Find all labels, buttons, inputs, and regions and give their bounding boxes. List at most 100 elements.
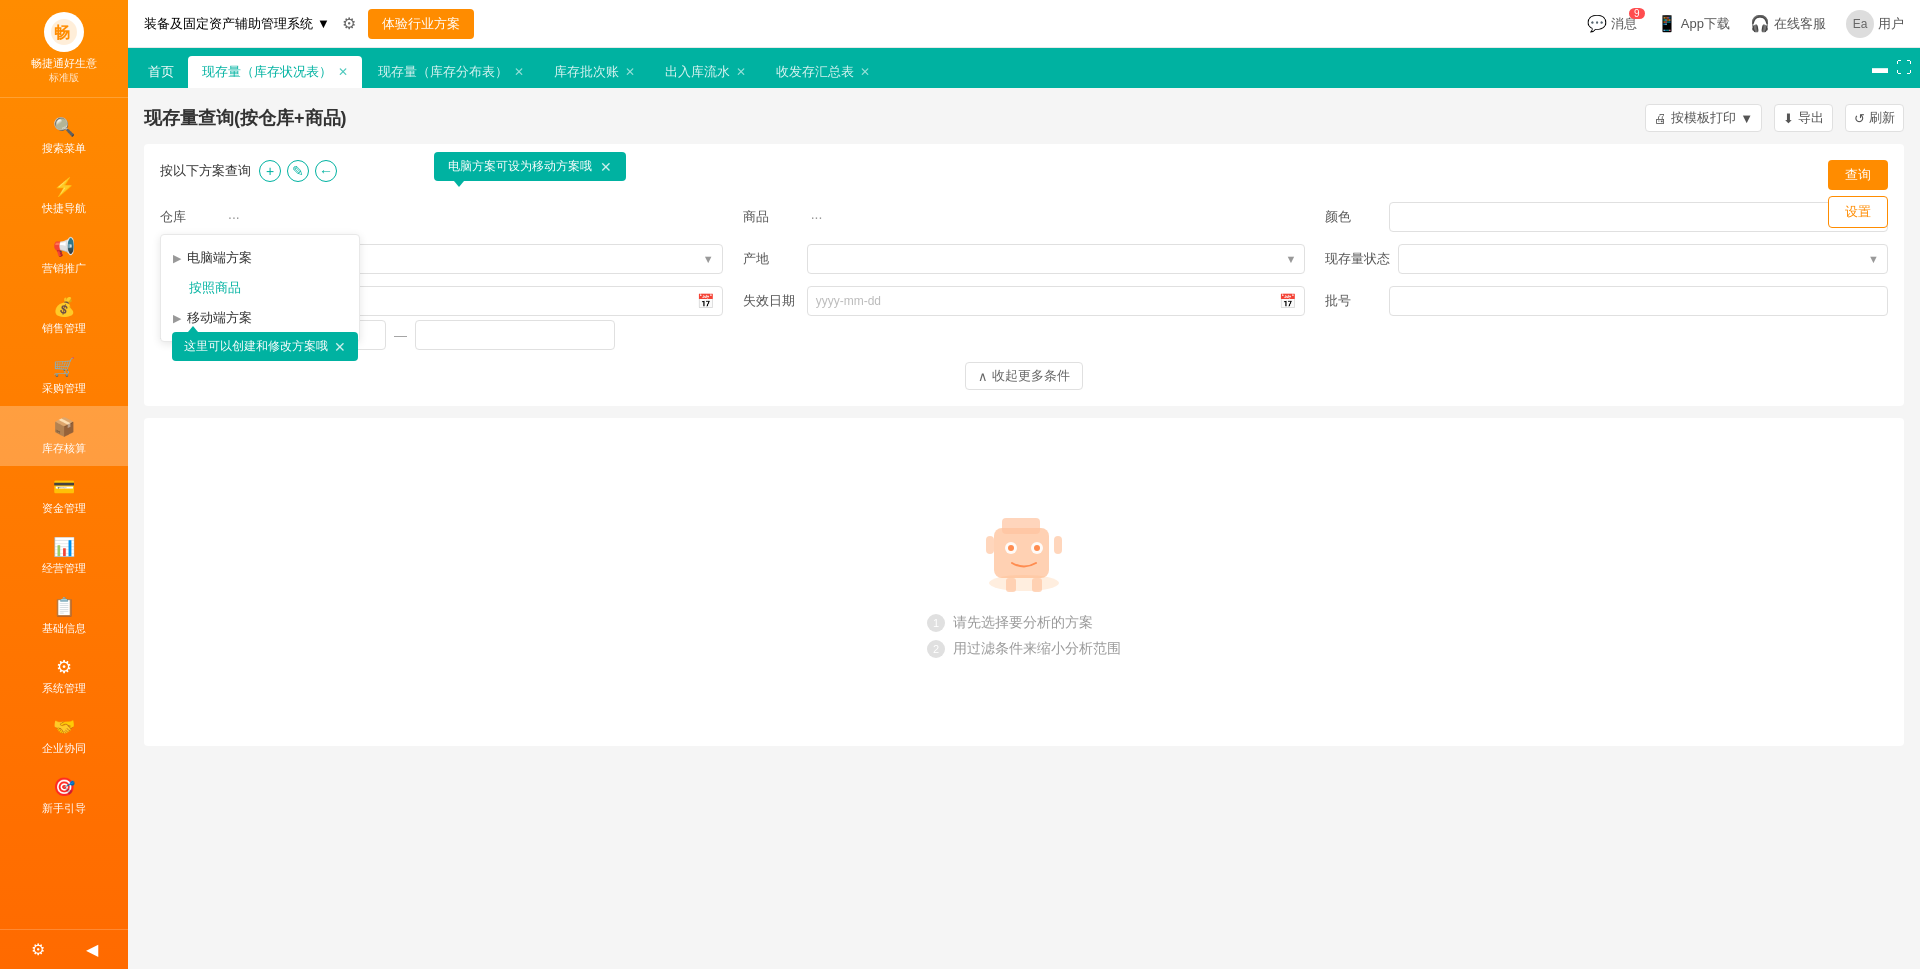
system-name-dropdown[interactable]: 装备及固定资产辅助管理系统 ▼ xyxy=(144,15,330,33)
collapse-sidebar-icon[interactable]: ◀ xyxy=(86,940,98,959)
tab-close-icon-3[interactable]: ✕ xyxy=(625,65,635,79)
scheme-create-tooltip-text: 这里可以创建和修改方案哦 xyxy=(184,338,328,355)
svg-point-8 xyxy=(1034,545,1040,551)
sidebar-item-purchase[interactable]: 🛒 采购管理 xyxy=(0,346,128,406)
settings-bottom-icon[interactable]: ⚙ xyxy=(31,940,45,959)
scheme-tooltip-top: 电脑方案可设为移动方案哦 ✕ xyxy=(434,152,626,181)
sidebar-item-basic[interactable]: 📋 基础信息 xyxy=(0,586,128,646)
scheme-create-tooltip-close[interactable]: ✕ xyxy=(334,339,346,355)
query-button[interactable]: 查询 xyxy=(1828,160,1888,190)
origin-select[interactable]: ▼ xyxy=(807,244,1306,274)
sidebar-label-guide: 快捷导航 xyxy=(42,201,86,216)
tab-inventory-status[interactable]: 现存量（库存状况表） ✕ xyxy=(188,56,362,88)
sidebar-item-system[interactable]: ⚙ 系统管理 xyxy=(0,646,128,706)
export-label: 导出 xyxy=(1798,109,1824,127)
scheme-tree-desktop[interactable]: ▶ 电脑端方案 xyxy=(161,243,359,273)
tab-inventory-dist-label: 现存量（库存分布表） xyxy=(378,63,508,81)
scheme-tree-item-goods[interactable]: 按照商品 xyxy=(161,273,359,303)
tab-close-icon-4[interactable]: ✕ xyxy=(736,65,746,79)
color-select[interactable]: ▼ xyxy=(1389,202,1888,232)
tab-bar-right: ▬ ⛶ xyxy=(1872,59,1912,77)
scheme-mobile-label: 移动端方案 xyxy=(187,309,252,327)
origin-select-arrow-icon: ▼ xyxy=(1285,253,1296,265)
scheme-tooltip-top-inner: 电脑方案可设为移动方案哦 ✕ xyxy=(434,152,626,181)
svg-point-7 xyxy=(1008,545,1014,551)
filter-panel: 按以下方案查询 + ✎ ← 电脑方案可设为移动方案哦 ✕ xyxy=(144,144,1904,406)
user-label: 用户 xyxy=(1878,15,1904,33)
tab-maximize-icon[interactable]: ⛶ xyxy=(1896,59,1912,77)
sidebar-item-guide[interactable]: ⚡ 快捷导航 xyxy=(0,166,128,226)
tab-close-icon-2[interactable]: ✕ xyxy=(514,65,524,79)
tab-summary-label: 收发存汇总表 xyxy=(776,63,854,81)
sidebar-item-newbie[interactable]: 🎯 新手引导 xyxy=(0,766,128,826)
sidebar-logo: 畅 畅捷通好生意 标准版 xyxy=(0,0,128,98)
filter-row-goods: 商品 ··· xyxy=(743,202,1306,232)
tip-number-1: 1 xyxy=(927,614,945,632)
filter-header: 按以下方案查询 + ✎ ← 电脑方案可设为移动方案哦 ✕ xyxy=(160,160,1888,182)
tab-batch[interactable]: 库存批次账 ✕ xyxy=(540,56,649,88)
back-scheme-button[interactable]: ← xyxy=(315,160,337,182)
message-icon: 💬 xyxy=(1587,14,1607,33)
sidebar-label-basic: 基础信息 xyxy=(42,621,86,636)
exp-date-calendar-icon: 📅 xyxy=(1279,293,1296,309)
sidebar-item-inventory[interactable]: 📦 库存核算 xyxy=(0,406,128,466)
export-button[interactable]: ⬇ 导出 xyxy=(1774,104,1833,132)
stock-amount-max-input[interactable] xyxy=(415,320,615,350)
goods-label: 商品 xyxy=(743,208,799,226)
sidebar-item-operation[interactable]: 📊 经营管理 xyxy=(0,526,128,586)
filter-row-stock-status: 现存量状态 ▼ xyxy=(1325,244,1888,274)
print-button[interactable]: 🖨 按模板打印 ▼ xyxy=(1645,104,1762,132)
sidebar-item-enterprise[interactable]: 🤝 企业协同 xyxy=(0,706,128,766)
tab-home[interactable]: 首页 xyxy=(136,56,186,88)
print-label: 按模板打印 xyxy=(1671,109,1736,127)
stock-status-arrow-icon: ▼ xyxy=(1868,253,1879,265)
enterprise-nav-icon: 🤝 xyxy=(53,716,75,738)
app-download-action[interactable]: 📱 App下载 xyxy=(1657,14,1730,33)
sidebar-bottom: ⚙ ◀ xyxy=(0,929,128,969)
exp-date-input[interactable]: yyyy-mm-dd 📅 xyxy=(807,286,1306,316)
empty-tip-1: 1 请先选择要分析的方案 xyxy=(927,614,1121,632)
exp-date-placeholder: yyyy-mm-dd xyxy=(816,294,881,308)
message-action[interactable]: 💬 消息 9 xyxy=(1587,14,1637,33)
marketing-nav-icon: 📢 xyxy=(53,236,75,258)
sidebar-item-sales[interactable]: 💰 销售管理 xyxy=(0,286,128,346)
svg-rect-3 xyxy=(994,528,1049,578)
tooltip-top-close-icon[interactable]: ✕ xyxy=(600,159,612,175)
refresh-label: 刷新 xyxy=(1869,109,1895,127)
gear-icon[interactable]: ⚙ xyxy=(342,14,356,33)
set-button[interactable]: 设置 xyxy=(1828,196,1888,228)
svg-rect-9 xyxy=(986,536,994,554)
print-icon: 🖨 xyxy=(1654,111,1667,126)
tip-text-1: 请先选择要分析的方案 xyxy=(953,614,1093,632)
page-title: 现存量查询(按仓库+商品) xyxy=(144,106,347,130)
goods-dots[interactable]: ··· xyxy=(807,209,827,225)
refresh-button[interactable]: ↺ 刷新 xyxy=(1845,104,1904,132)
warehouse-dots[interactable]: ··· xyxy=(224,209,244,225)
collapse-row: ∧ 收起更多条件 xyxy=(160,362,1888,390)
newbie-nav-icon: 🎯 xyxy=(53,776,75,798)
tab-close-icon[interactable]: ✕ xyxy=(338,65,348,79)
stock-status-select[interactable]: ▼ xyxy=(1398,244,1888,274)
tab-close-icon-5[interactable]: ✕ xyxy=(860,65,870,79)
sidebar-item-finance[interactable]: 💳 资金管理 xyxy=(0,466,128,526)
sidebar-item-search[interactable]: 🔍 搜索菜单 xyxy=(0,106,128,166)
phone-icon: 📱 xyxy=(1657,14,1677,33)
origin-label: 产地 xyxy=(743,250,799,268)
online-service-label: 在线客服 xyxy=(1774,15,1826,33)
svg-rect-12 xyxy=(1032,578,1042,592)
tab-inventory-dist[interactable]: 现存量（库存分布表） ✕ xyxy=(364,56,538,88)
online-service-action[interactable]: 🎧 在线客服 xyxy=(1750,14,1826,33)
filter-label: 按以下方案查询 xyxy=(160,162,251,180)
experience-button[interactable]: 体验行业方案 xyxy=(368,9,474,39)
tab-summary[interactable]: 收发存汇总表 ✕ xyxy=(762,56,884,88)
batch-input[interactable] xyxy=(1389,286,1888,316)
add-scheme-button[interactable]: + xyxy=(259,160,281,182)
user-action[interactable]: Ea 用户 xyxy=(1846,10,1904,38)
filter-row-batch: 批号 xyxy=(1325,286,1888,316)
amount-dash: — xyxy=(394,328,407,343)
collapse-button[interactable]: ∧ 收起更多条件 xyxy=(965,362,1083,390)
tab-minimize-icon[interactable]: ▬ xyxy=(1872,59,1888,77)
sidebar-item-marketing[interactable]: 📢 营销推广 xyxy=(0,226,128,286)
edit-scheme-button[interactable]: ✎ xyxy=(287,160,309,182)
tab-flow[interactable]: 出入库流水 ✕ xyxy=(651,56,760,88)
